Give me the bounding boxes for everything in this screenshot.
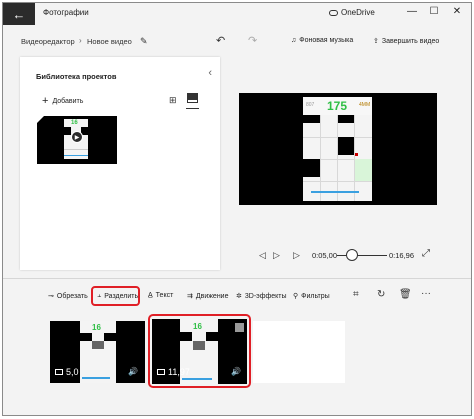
thumbnail-progress bbox=[64, 155, 88, 156]
motion-label: Движение bbox=[195, 292, 229, 300]
game-progress-bar bbox=[311, 191, 359, 193]
project-title[interactable]: Новое видео bbox=[87, 37, 132, 46]
delete-icon[interactable]: 🗑 bbox=[399, 289, 412, 300]
motion-icon: ⇉ bbox=[187, 293, 193, 300]
game-black-tile bbox=[303, 115, 320, 123]
3d-effects-label: 3D-эффекты bbox=[244, 292, 287, 300]
3d-effects-button[interactable]: ✲ 3D-эффекты bbox=[236, 292, 287, 301]
breadcrumb-video-editor[interactable]: Видеоредактор bbox=[21, 37, 75, 46]
motion-button[interactable]: ⇉ Движение bbox=[187, 292, 229, 301]
text-button[interactable]: A̲ Текст bbox=[148, 292, 173, 299]
cloud-icon bbox=[329, 9, 338, 16]
library-title: Библиотека проектов bbox=[36, 72, 117, 81]
clip-1-duration: 5,0 bbox=[55, 367, 79, 377]
clip-1-duration-label: 5,0 bbox=[66, 367, 79, 377]
clip-1-tile bbox=[92, 341, 104, 349]
trim-label: Обрезать bbox=[56, 292, 88, 300]
fullscreen-icon[interactable]: ⤢ bbox=[422, 248, 430, 259]
total-time: 0:16,96 bbox=[389, 251, 415, 260]
game-grid-line bbox=[337, 115, 338, 201]
chevron-left-icon[interactable]: ‹ bbox=[208, 67, 212, 79]
list-view-icon[interactable] bbox=[187, 93, 198, 103]
add-label: Добавить bbox=[52, 97, 84, 105]
project-library-panel: Библиотека проектов ‹ + Добавить ⊞ 16 ▶ bbox=[20, 57, 220, 270]
game-grid-line bbox=[354, 115, 355, 201]
library-clip-thumbnail[interactable]: 16 ▶ bbox=[37, 116, 117, 164]
plus-icon: + bbox=[42, 95, 49, 107]
minimize-button[interactable]: — bbox=[404, 6, 420, 17]
background-music-label: Фоновая музыка bbox=[299, 37, 354, 44]
monitor-icon bbox=[55, 369, 63, 375]
redo-icon[interactable]: ↷ bbox=[248, 34, 257, 47]
storyboard-empty-slot[interactable] bbox=[253, 321, 345, 383]
storyboard-clip-1[interactable]: 16 5,0 🔊 bbox=[50, 321, 145, 383]
thumbnail-tile bbox=[64, 127, 71, 135]
play-icon: ▶ bbox=[71, 131, 83, 143]
volume-icon[interactable]: 🔊 bbox=[128, 367, 138, 376]
step-forward-icon[interactable]: ▷ bbox=[293, 250, 300, 261]
skip-back-icon[interactable]: ◁ bbox=[259, 250, 266, 261]
back-button[interactable]: ← bbox=[3, 3, 35, 25]
onedrive-status[interactable]: OneDrive bbox=[329, 8, 375, 17]
view-selected-indicator bbox=[186, 108, 199, 109]
thumbnail-corner-fold bbox=[37, 116, 44, 123]
game-score: 175 bbox=[327, 99, 348, 113]
editor-toolbar: Видеоредактор › Новое видео ✎ ↶ ↷ ♫ Фоно… bbox=[3, 29, 471, 53]
thumbnail-score: 16 bbox=[71, 120, 78, 126]
game-left-stat: 807 bbox=[306, 102, 315, 108]
game-black-tile bbox=[338, 115, 354, 123]
game-grid-line bbox=[303, 181, 372, 182]
game-red-marker bbox=[355, 153, 358, 156]
game-black-tile bbox=[303, 159, 320, 177]
current-time: 0:05,00 bbox=[312, 251, 338, 260]
onedrive-label: OneDrive bbox=[341, 8, 375, 17]
clip-1-frame: 16 bbox=[80, 321, 116, 383]
grid-view-icon[interactable]: ⊞ bbox=[169, 95, 177, 106]
3d-effects-icon: ✲ bbox=[236, 293, 242, 300]
clip-2-highlight-frame bbox=[148, 314, 251, 388]
pencil-icon[interactable]: ✎ bbox=[140, 36, 148, 47]
filters-icon: ⚲ bbox=[293, 293, 299, 300]
title-bar: ← Фотографии OneDrive — ☐ ✕ bbox=[3, 3, 471, 25]
text-icon: A̲ bbox=[148, 292, 153, 299]
breadcrumb-separator: › bbox=[79, 36, 82, 45]
back-arrow-icon: ← bbox=[12, 6, 26, 22]
game-tapped-tile bbox=[355, 159, 372, 181]
trim-button[interactable]: ⊸ Обрезать bbox=[48, 292, 88, 301]
app-title: Фотографии bbox=[43, 8, 89, 17]
play-icon[interactable]: ▷ bbox=[273, 250, 280, 261]
filters-button[interactable]: ⚲ Фильтры bbox=[293, 292, 330, 301]
thumbnail-grid-line bbox=[64, 149, 88, 150]
video-preview[interactable]: 807 175 4MM bbox=[239, 93, 437, 205]
game-right-stat: 4MM bbox=[359, 102, 371, 108]
photos-window: ← Фотографии OneDrive — ☐ ✕ Видеоредакто… bbox=[2, 2, 472, 416]
finish-video-button[interactable]: ⇪ Завершить видео bbox=[373, 37, 440, 46]
add-button[interactable]: + Добавить bbox=[42, 95, 84, 107]
clip-1-progress bbox=[82, 377, 110, 379]
preview-game-frame: 807 175 4MM bbox=[303, 97, 372, 201]
trim-icon: ⊸ bbox=[48, 293, 54, 300]
finish-video-label: Завершить видео bbox=[381, 37, 440, 45]
seek-slider-thumb[interactable] bbox=[345, 249, 358, 261]
game-black-tile bbox=[338, 137, 354, 155]
game-grid-line bbox=[320, 115, 321, 201]
rotate-icon[interactable]: ↻ bbox=[377, 289, 385, 300]
background-music-button[interactable]: ♫ Фоновая музыка bbox=[291, 37, 353, 44]
clip-1-tile bbox=[80, 333, 92, 341]
clip-1-score: 16 bbox=[92, 323, 101, 332]
close-button[interactable]: ✕ bbox=[449, 6, 465, 17]
text-label: Текст bbox=[155, 292, 174, 299]
crop-icon[interactable]: ⌗ bbox=[353, 289, 359, 300]
filters-label: Фильтры bbox=[301, 292, 330, 300]
seek-slider[interactable] bbox=[337, 255, 387, 256]
more-options-button[interactable]: ··· bbox=[421, 288, 431, 299]
export-icon: ⇪ bbox=[373, 38, 379, 45]
music-icon: ♫ bbox=[291, 37, 297, 44]
undo-icon[interactable]: ↶ bbox=[216, 34, 225, 47]
split-highlight-frame bbox=[91, 286, 140, 306]
game-header: 807 175 4MM bbox=[303, 97, 372, 115]
clip-1-tile bbox=[104, 333, 116, 341]
maximize-button[interactable]: ☐ bbox=[426, 6, 442, 17]
